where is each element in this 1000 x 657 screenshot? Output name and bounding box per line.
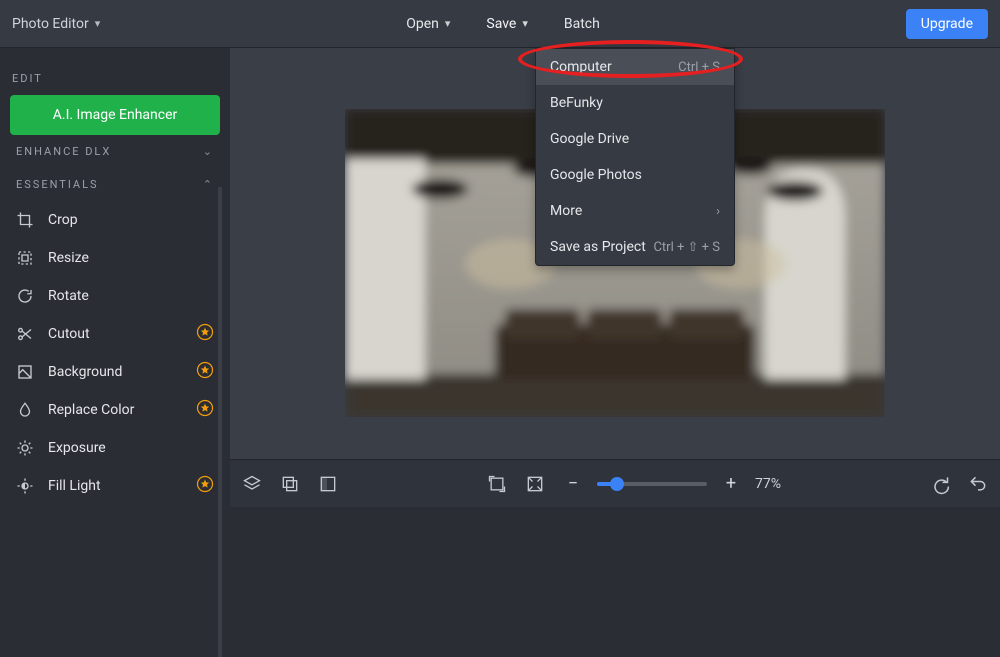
tool-label: Exposure [48,440,106,456]
redo-icon[interactable] [930,474,950,494]
section-label: ENHANCE DLX [16,145,111,158]
main-body: EDIT A.I. Image Enhancer ENHANCE DLX ⌄ E… [0,48,1000,507]
fit-icon[interactable] [487,474,507,494]
dd-label: Save as Project [550,239,646,255]
section-label: ESSENTIALS [16,178,99,191]
chevron-down-icon: ▾ [445,17,451,30]
rotate-icon [16,287,34,305]
copy-icon[interactable] [280,474,300,494]
zoom-slider[interactable] [597,482,707,486]
drop-icon [16,401,34,419]
tool-label: Cutout [48,326,90,342]
top-bar: Photo Editor ▾ Open ▾ Save ▾ Batch Upgra… [0,0,1000,48]
dd-label: Computer [550,59,612,75]
sidebar: EDIT A.I. Image Enhancer ENHANCE DLX ⌄ E… [0,48,230,507]
slider-thumb[interactable] [610,477,624,491]
save-option-project[interactable]: Save as Project Ctrl + ⇧ + S [536,229,734,265]
zoom-control: − + 77% [563,474,781,494]
dd-label: Google Drive [550,131,629,147]
tool-label: Resize [48,250,89,266]
dd-label: BeFunky [550,95,603,111]
save-option-befunky[interactable]: BeFunky [536,85,734,121]
star-badge-icon [196,361,214,383]
dd-label: More [550,203,582,219]
resize-icon [16,249,34,267]
zoom-value: 77% [755,476,781,492]
section-enhance-dlx[interactable]: ENHANCE DLX ⌄ [10,135,220,168]
layers-icon[interactable] [242,474,262,494]
tool-fill-light[interactable]: Fill Light [10,467,220,505]
section-essentials[interactable]: ESSENTIALS ⌃ [10,168,220,201]
chevron-down-icon: ⌄ [203,145,214,158]
ai-enhancer-button[interactable]: A.I. Image Enhancer [10,95,220,135]
tool-label: Background [48,364,122,380]
undo-icon[interactable] [968,474,988,494]
dd-label: Google Photos [550,167,642,183]
dd-shortcut: Ctrl + S [678,60,720,75]
tool-exposure[interactable]: Exposure [10,429,220,467]
star-badge-icon [196,323,214,345]
app-switcher[interactable]: Photo Editor ▾ [12,16,100,32]
open-label: Open [406,16,439,32]
tool-cutout[interactable]: Cutout [10,315,220,353]
tool-replace-color[interactable]: Replace Color [10,391,220,429]
sun-icon [16,439,34,457]
save-option-more[interactable]: More › [536,193,734,229]
chevron-down-icon: ▾ [522,17,528,30]
scissors-icon [16,325,34,343]
save-option-computer[interactable]: Computer Ctrl + S [536,49,734,85]
save-option-google-drive[interactable]: Google Drive [536,121,734,157]
chevron-up-icon: ⌃ [203,178,214,191]
app-label: Photo Editor [12,16,89,32]
artboard-icon[interactable] [318,474,338,494]
chevron-right-icon: › [716,204,720,219]
background-icon [16,363,34,381]
tool-label: Replace Color [48,402,134,418]
save-label: Save [486,16,516,32]
crop-icon [16,211,34,229]
bottom-toolbar: − + 77% [230,459,1000,507]
star-badge-icon [196,475,214,497]
open-menu[interactable]: Open ▾ [406,16,450,32]
tool-label: Rotate [48,288,89,304]
fullscreen-icon[interactable] [525,474,545,494]
upgrade-button[interactable]: Upgrade [906,9,988,39]
chevron-down-icon: ▾ [95,17,101,30]
edit-section-label: EDIT [10,58,220,95]
dd-shortcut: Ctrl + ⇧ + S [653,240,720,255]
tool-resize[interactable]: Resize [10,239,220,277]
save-dropdown: Computer Ctrl + S BeFunky Google Drive G… [535,48,735,266]
half-sun-icon [16,477,34,495]
batch-menu[interactable]: Batch [564,16,600,32]
batch-label: Batch [564,16,600,32]
tool-crop[interactable]: Crop [10,201,220,239]
tool-background[interactable]: Background [10,353,220,391]
tool-label: Fill Light [48,478,101,494]
save-menu-trigger[interactable]: Save ▾ [486,16,527,32]
tool-rotate[interactable]: Rotate [10,277,220,315]
tool-label: Crop [48,212,78,228]
save-option-google-photos[interactable]: Google Photos [536,157,734,193]
zoom-in-button[interactable]: + [721,474,741,494]
star-badge-icon [196,399,214,421]
tools-list: Crop Resize Rotate Cutout [10,201,220,505]
zoom-out-button[interactable]: − [563,474,583,494]
